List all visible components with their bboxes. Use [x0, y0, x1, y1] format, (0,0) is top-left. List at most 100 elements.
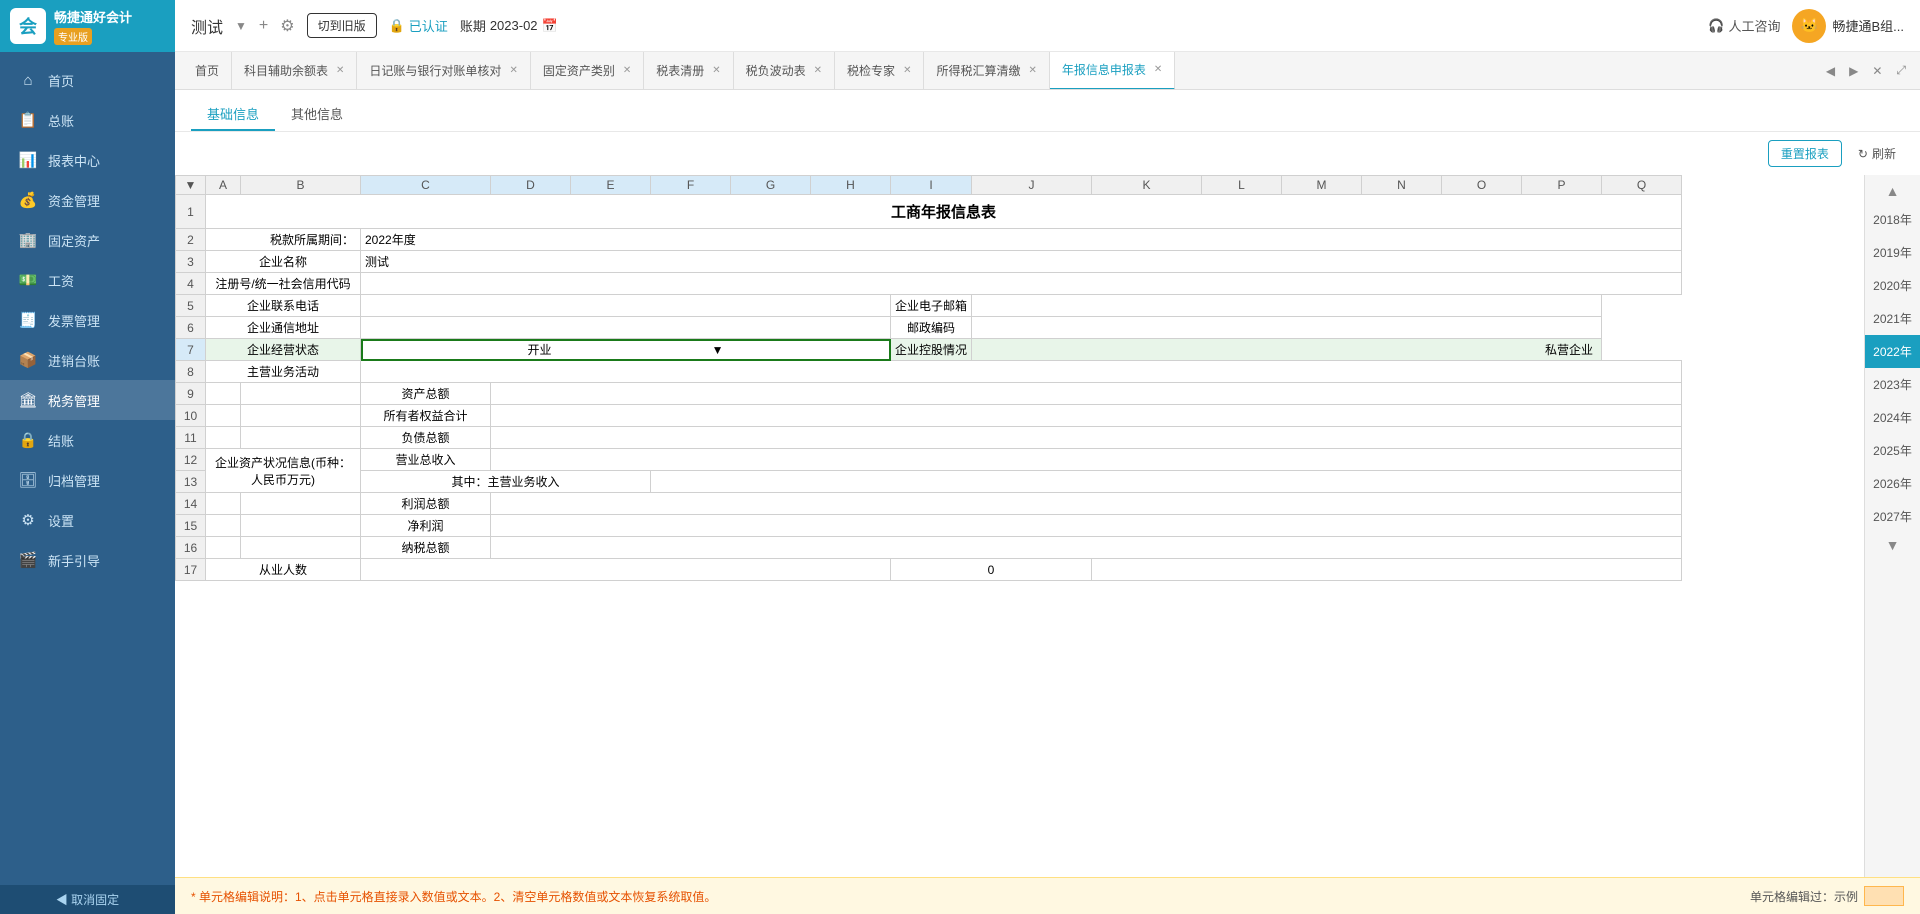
- sidebar-item-home[interactable]: ⌂ 首页: [0, 60, 175, 100]
- sidebar-item-settings[interactable]: ⚙ 设置: [0, 500, 175, 540]
- calendar-icon[interactable]: 📅: [542, 18, 558, 34]
- refresh-btn[interactable]: ↻ 刷新: [1850, 141, 1904, 166]
- col-header-g[interactable]: G: [731, 176, 811, 195]
- col-header-l[interactable]: L: [1202, 176, 1282, 195]
- year-nav-down[interactable]: ▼: [1865, 533, 1920, 557]
- tab-item-6[interactable]: 税检专家✕: [835, 52, 924, 90]
- tab-item-4[interactable]: 税表清册✕: [644, 52, 733, 90]
- cell-8-c[interactable]: [361, 361, 1682, 383]
- year-item-2018年[interactable]: 2018年: [1865, 203, 1920, 236]
- year-item-2022年[interactable]: 2022年: [1865, 335, 1920, 368]
- cell-14-c[interactable]: 利润总额: [361, 493, 491, 515]
- tab-item-2[interactable]: 日记账与银行对账单核对✕: [357, 52, 530, 90]
- sidebar-logo[interactable]: 会 畅捷通好会计 专业版: [0, 0, 175, 52]
- inner-tab-0[interactable]: 基础信息: [191, 98, 275, 131]
- tab-close-5[interactable]: ✕: [814, 65, 822, 76]
- tab-close-all-btn[interactable]: ✕: [1866, 60, 1888, 82]
- topbar-settings-btn[interactable]: ⚙: [280, 16, 294, 36]
- cell-12-ab[interactable]: 企业资产状况信息(币种：人民币万元): [206, 449, 361, 493]
- cell-12-c[interactable]: 营业总收入: [361, 449, 491, 471]
- cell-17-j[interactable]: 0: [891, 559, 1092, 581]
- cell-2-ab[interactable]: 税款所属期间：: [206, 229, 361, 251]
- year-item-2026年[interactable]: 2026年: [1865, 467, 1920, 500]
- cell-7-k[interactable]: 私营企业: [972, 339, 1602, 361]
- topbar-plus-btn[interactable]: +: [259, 17, 268, 35]
- sidebar-item-payroll[interactable]: 💵 工资: [0, 260, 175, 300]
- cell-7-ab[interactable]: 企业经营状态: [206, 339, 361, 361]
- cell-3-ab[interactable]: 企业名称: [206, 251, 361, 273]
- year-item-2019年[interactable]: 2019年: [1865, 236, 1920, 269]
- cell-11-d[interactable]: [491, 427, 1682, 449]
- cell-10-d[interactable]: [491, 405, 1682, 427]
- col-header-n[interactable]: N: [1362, 176, 1442, 195]
- cell-8-ab[interactable]: 主营业务活动: [206, 361, 361, 383]
- cell-15-c[interactable]: 净利润: [361, 515, 491, 537]
- col-header-d[interactable]: D: [491, 176, 571, 195]
- col-header-p[interactable]: P: [1522, 176, 1602, 195]
- cell-16-b[interactable]: [241, 537, 361, 559]
- year-item-2025年[interactable]: 2025年: [1865, 434, 1920, 467]
- year-item-2023年[interactable]: 2023年: [1865, 368, 1920, 401]
- cell-17-ab[interactable]: 从业人数: [206, 559, 361, 581]
- cell-14-b[interactable]: [241, 493, 361, 515]
- sidebar-item-tax[interactable]: 🏛 税务管理: [0, 380, 175, 420]
- tab-close-3[interactable]: ✕: [623, 65, 631, 76]
- cell-15-a[interactable]: [206, 515, 241, 537]
- col-header-i[interactable]: I: [891, 176, 972, 195]
- col-header-f[interactable]: F: [651, 176, 731, 195]
- topbar-support-btn[interactable]: 🎧 人工咨询: [1708, 16, 1780, 35]
- sidebar-item-inventory[interactable]: 📦 进销台账: [0, 340, 175, 380]
- sidebar-item-ledger[interactable]: 📋 总账: [0, 100, 175, 140]
- sidebar-item-guide[interactable]: 🎬 新手引导: [0, 540, 175, 580]
- spreadsheet-wrapper[interactable]: ▼ A B C D E F G H I: [175, 175, 1864, 877]
- col-header-e[interactable]: E: [571, 176, 651, 195]
- col-header-q[interactable]: Q: [1602, 176, 1682, 195]
- cell-11-a[interactable]: [206, 427, 241, 449]
- inner-tab-1[interactable]: 其他信息: [275, 98, 359, 131]
- col-header-k[interactable]: K: [1092, 176, 1202, 195]
- col-header-h[interactable]: H: [811, 176, 891, 195]
- col-header-m[interactable]: M: [1282, 176, 1362, 195]
- topbar-dropdown-icon[interactable]: ▼: [235, 19, 247, 33]
- cell-14-a[interactable]: [206, 493, 241, 515]
- cell-16-a[interactable]: [206, 537, 241, 559]
- cell-11-c[interactable]: 负债总额: [361, 427, 491, 449]
- tab-item-1[interactable]: 科目辅助余额表✕: [232, 52, 357, 90]
- cell-4-c[interactable]: [361, 273, 1682, 295]
- col-header-o[interactable]: O: [1442, 176, 1522, 195]
- year-nav-up[interactable]: ▲: [1865, 179, 1920, 203]
- col-header-b[interactable]: B: [241, 176, 361, 195]
- tab-close-1[interactable]: ✕: [336, 65, 344, 76]
- cell-5-c[interactable]: [361, 295, 891, 317]
- cell-4-ab[interactable]: 注册号/统一社会信用代码: [206, 273, 361, 295]
- sheet-title-cell[interactable]: 工商年报信息表: [206, 195, 1682, 229]
- cell-6-c[interactable]: [361, 317, 891, 339]
- cell-17-l[interactable]: [1092, 559, 1682, 581]
- cell-11-b[interactable]: [241, 427, 361, 449]
- sidebar-item-assets[interactable]: 🏢 固定资产: [0, 220, 175, 260]
- cell-15-d[interactable]: [491, 515, 1682, 537]
- year-item-2024年[interactable]: 2024年: [1865, 401, 1920, 434]
- cell-5-ab[interactable]: 企业联系电话: [206, 295, 361, 317]
- topbar-old-version-btn[interactable]: 切到旧版: [307, 13, 377, 38]
- tab-item-7[interactable]: 所得税汇算清缴✕: [924, 52, 1049, 90]
- cell-9-d[interactable]: [491, 383, 1682, 405]
- cell-16-c[interactable]: 纳税总额: [361, 537, 491, 559]
- tab-close-4[interactable]: ✕: [712, 65, 720, 76]
- year-item-2020年[interactable]: 2020年: [1865, 269, 1920, 302]
- cell-9-b[interactable]: [241, 383, 361, 405]
- tab-close-7[interactable]: ✕: [1028, 65, 1036, 76]
- cell-6-k[interactable]: [972, 317, 1602, 339]
- cell-2-c[interactable]: 2022年度: [361, 229, 1682, 251]
- col-header-j[interactable]: J: [972, 176, 1092, 195]
- sidebar-collapse-btn[interactable]: ◀ 取消固定: [0, 885, 175, 914]
- cell-7-c-dropdown[interactable]: 开业 ▼: [361, 339, 891, 361]
- cell-5-k[interactable]: [972, 295, 1602, 317]
- cell-12-d[interactable]: [491, 449, 1682, 471]
- cell-10-c[interactable]: 所有者权益合计: [361, 405, 491, 427]
- col-header-c[interactable]: C: [361, 176, 491, 195]
- cell-5-j[interactable]: 企业电子邮箱: [891, 295, 972, 317]
- tab-home[interactable]: 首页: [183, 52, 232, 90]
- cell-9-a[interactable]: [206, 383, 241, 405]
- tab-close-2[interactable]: ✕: [509, 65, 517, 76]
